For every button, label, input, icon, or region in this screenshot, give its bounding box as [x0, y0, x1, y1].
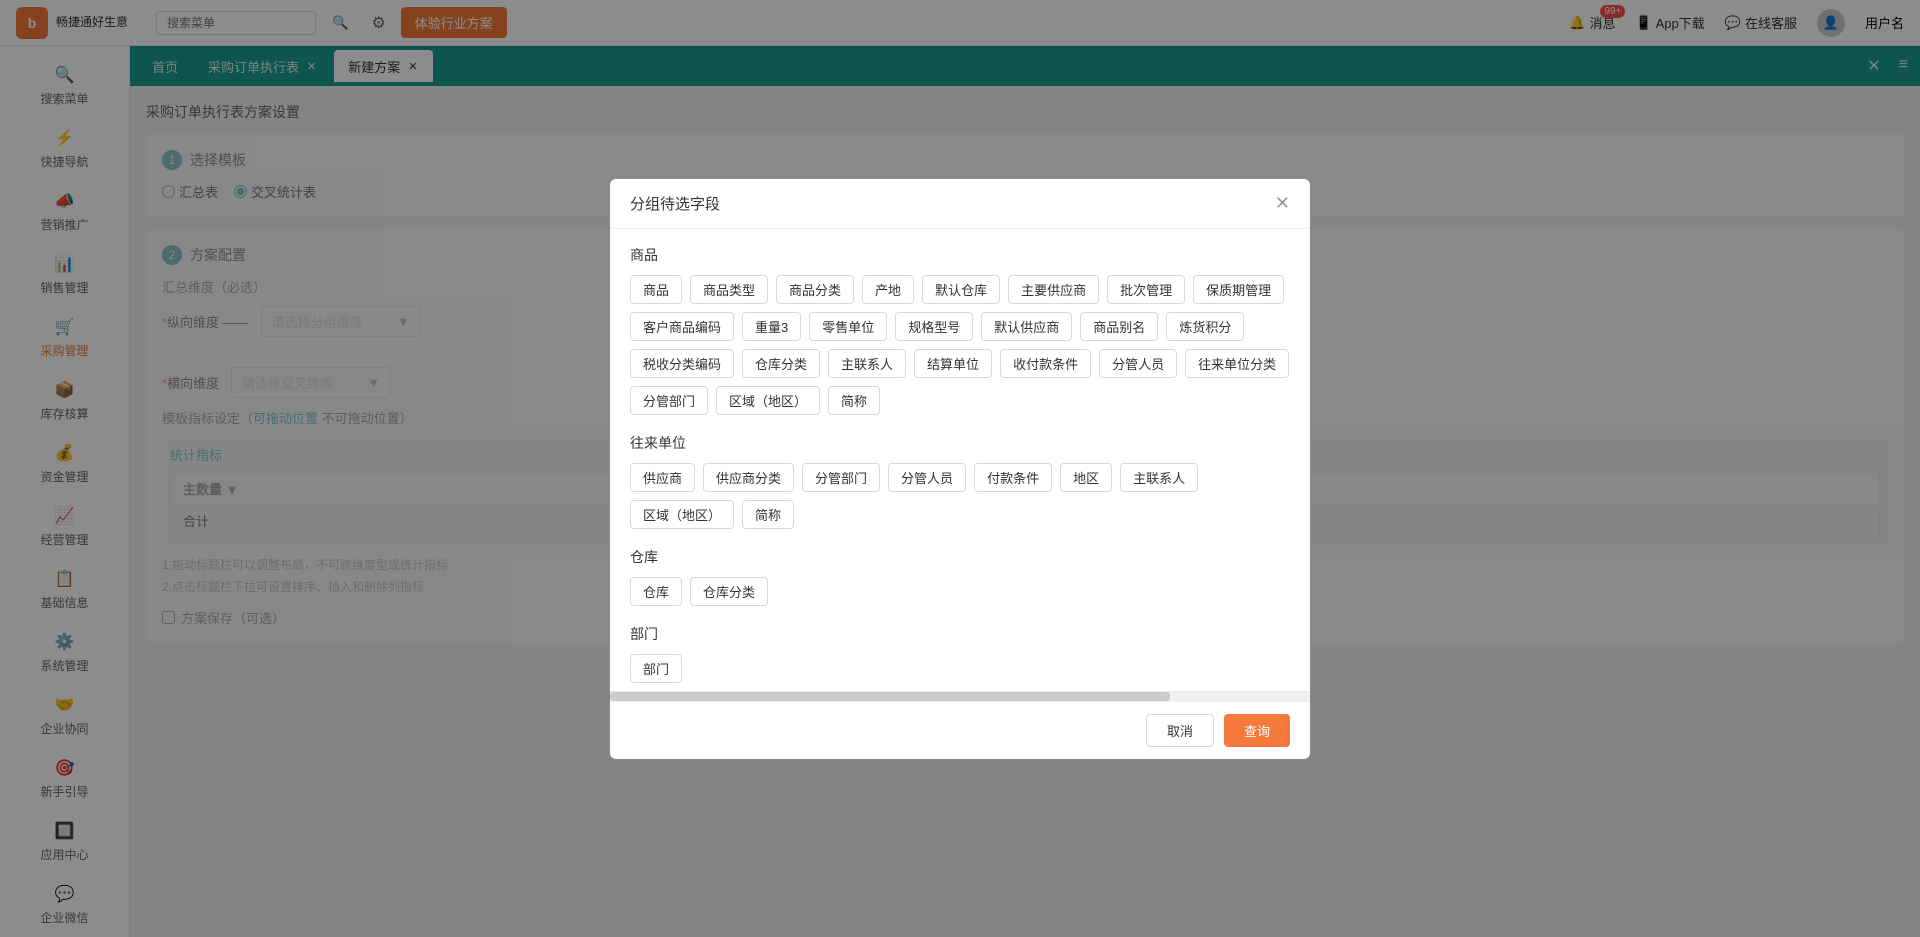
field-tag-goods-category[interactable]: 商品分类	[776, 275, 854, 304]
field-tag-main-contact2[interactable]: 主联系人	[1120, 463, 1198, 492]
section-department-title: 部门	[630, 624, 1290, 644]
modal-header: 分组待选字段 ✕	[610, 179, 1310, 229]
section-counterpart: 往来单位 供应商 供应商分类 分管部门 分管人员 付款条件 地区 主联系人 区域…	[630, 433, 1290, 529]
section-goods: 商品 商品 商品类型 商品分类 产地 默认仓库 主要供应商 批次管理 保质期管理…	[630, 245, 1290, 415]
field-tag-region2[interactable]: 区域（地区）	[630, 500, 734, 529]
field-tag-warehouse-category[interactable]: 仓库分类	[742, 349, 820, 378]
modal-title: 分组待选字段	[630, 193, 720, 214]
field-tag-goods[interactable]: 商品	[630, 275, 682, 304]
field-tag-points[interactable]: 炼货积分	[1166, 312, 1244, 341]
section-warehouse: 仓库 仓库 仓库分类	[630, 547, 1290, 606]
field-tag-spec-model[interactable]: 规格型号	[895, 312, 973, 341]
field-tag-goods-type[interactable]: 商品类型	[690, 275, 768, 304]
field-tag-weight3[interactable]: 重量3	[742, 312, 801, 341]
hscroll-thumb	[610, 692, 1170, 701]
field-tag-dept[interactable]: 分管部门	[630, 386, 708, 415]
modal-body: 商品 商品 商品类型 商品分类 产地 默认仓库 主要供应商 批次管理 保质期管理…	[610, 229, 1310, 691]
field-tag-tax-code[interactable]: 税收分类编码	[630, 349, 734, 378]
field-tag-supplier-category[interactable]: 供应商分类	[703, 463, 794, 492]
field-tag-payment-cond[interactable]: 付款条件	[974, 463, 1052, 492]
field-tag-goods-alias[interactable]: 商品别名	[1080, 312, 1158, 341]
field-tag-payment-terms[interactable]: 收付款条件	[1000, 349, 1091, 378]
goods-field-tags: 商品 商品类型 商品分类 产地 默认仓库 主要供应商 批次管理 保质期管理 客户…	[630, 275, 1290, 415]
counterpart-field-tags: 供应商 供应商分类 分管部门 分管人员 付款条件 地区 主联系人 区域（地区） …	[630, 463, 1290, 529]
warehouse-field-tags: 仓库 仓库分类	[630, 577, 1290, 606]
field-tag-counterpart-category[interactable]: 往来单位分类	[1185, 349, 1289, 378]
field-tag-warehouse-cat[interactable]: 仓库分类	[690, 577, 768, 606]
section-goods-title: 商品	[630, 245, 1290, 265]
section-counterpart-title: 往来单位	[630, 433, 1290, 453]
field-tag-retail-unit[interactable]: 零售单位	[809, 312, 887, 341]
field-tag-area[interactable]: 地区	[1060, 463, 1112, 492]
section-warehouse-title: 仓库	[630, 547, 1290, 567]
field-tag-customer-code[interactable]: 客户商品编码	[630, 312, 734, 341]
section-department: 部门 部门	[630, 624, 1290, 683]
field-tag-batch-mgmt[interactable]: 批次管理	[1107, 275, 1185, 304]
field-tag-department[interactable]: 部门	[630, 654, 682, 683]
field-tag-main-contact[interactable]: 主联系人	[828, 349, 906, 378]
modal-close-button[interactable]: ✕	[1275, 194, 1290, 212]
modal-horizontal-scrollbar[interactable]	[610, 691, 1310, 701]
modal-cancel-button[interactable]: 取消	[1146, 714, 1214, 747]
field-tag-supplier[interactable]: 供应商	[630, 463, 695, 492]
field-tag-settlement-unit[interactable]: 结算单位	[914, 349, 992, 378]
field-tag-main-supplier[interactable]: 主要供应商	[1008, 275, 1099, 304]
field-tag-short-name2[interactable]: 简称	[742, 500, 794, 529]
field-tag-supervisor2[interactable]: 分管人员	[888, 463, 966, 492]
field-tag-default-warehouse[interactable]: 默认仓库	[922, 275, 1000, 304]
department-field-tags: 部门	[630, 654, 1290, 683]
field-tag-shelf-life[interactable]: 保质期管理	[1193, 275, 1284, 304]
field-tag-short-name[interactable]: 简称	[828, 386, 880, 415]
field-tag-dept2[interactable]: 分管部门	[802, 463, 880, 492]
field-tag-region[interactable]: 区域（地区）	[716, 386, 820, 415]
modal-footer: 取消 查询	[610, 701, 1310, 759]
field-select-modal: 分组待选字段 ✕ 商品 商品 商品类型 商品分类 产地 默认仓库 主要供应商 批…	[610, 179, 1310, 759]
field-tag-default-supplier[interactable]: 默认供应商	[981, 312, 1072, 341]
modal-confirm-button[interactable]: 查询	[1224, 714, 1290, 747]
field-tag-origin[interactable]: 产地	[862, 275, 914, 304]
field-tag-warehouse[interactable]: 仓库	[630, 577, 682, 606]
modal-overlay: 分组待选字段 ✕ 商品 商品 商品类型 商品分类 产地 默认仓库 主要供应商 批…	[0, 0, 1920, 937]
field-tag-supervisor[interactable]: 分管人员	[1099, 349, 1177, 378]
